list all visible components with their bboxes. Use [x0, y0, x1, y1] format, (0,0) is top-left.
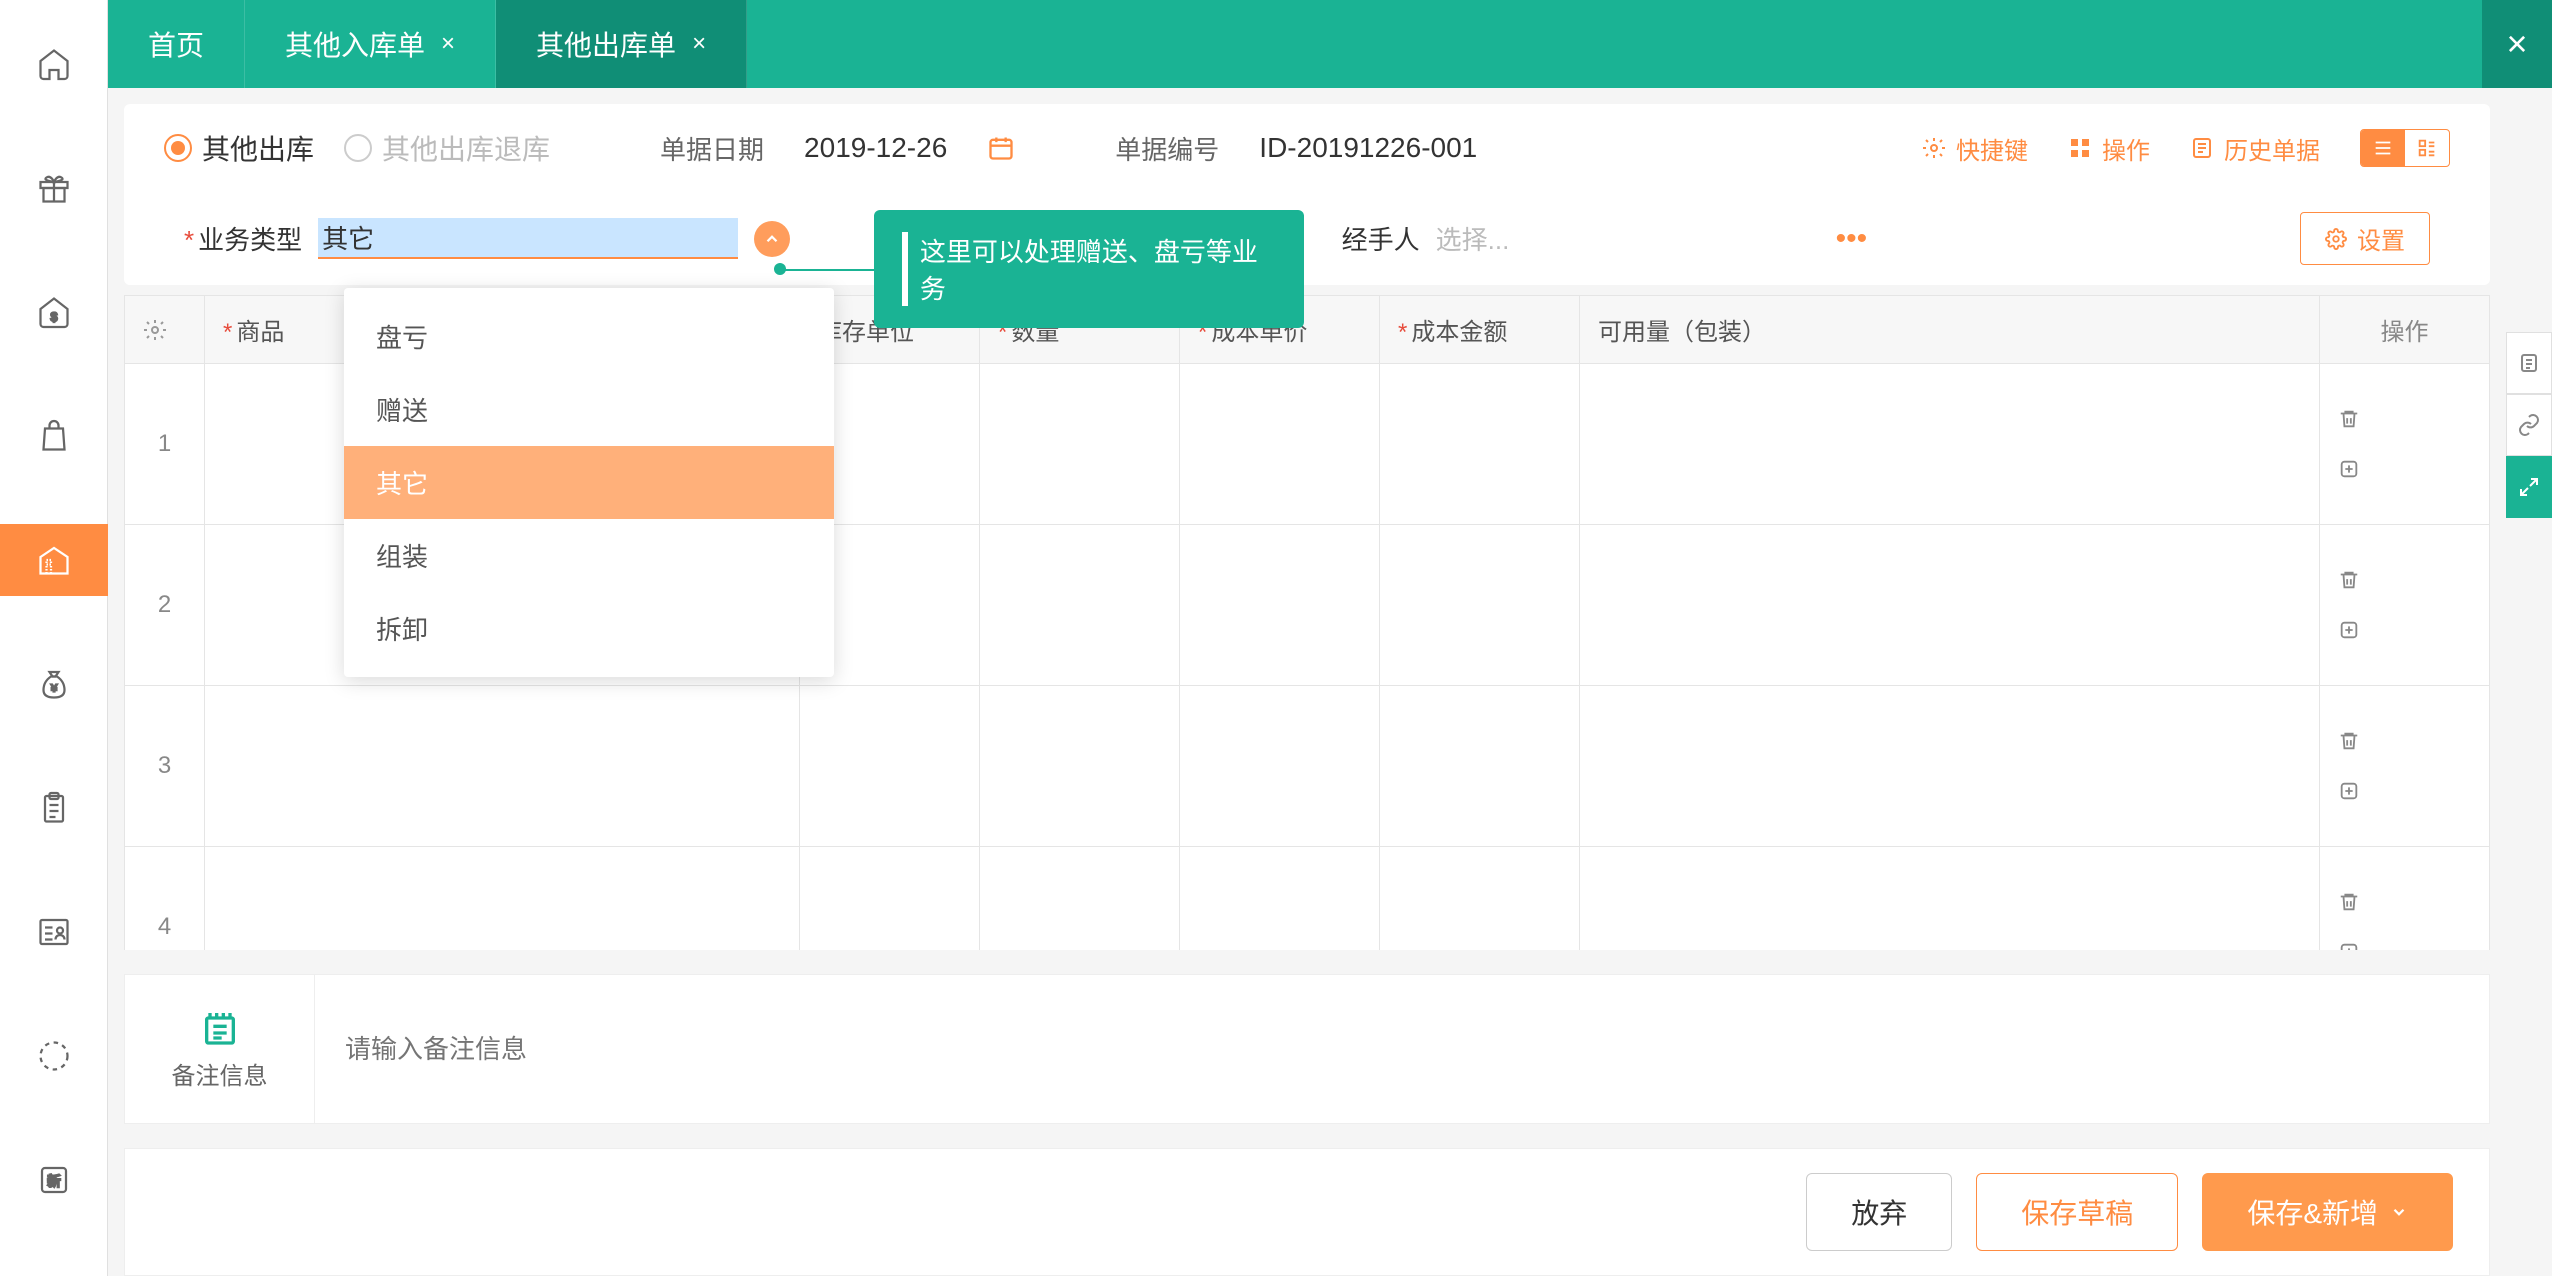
sidebar-warehouse[interactable] — [0, 524, 108, 596]
doc-label: 单据编号 — [1115, 130, 1219, 167]
table-row[interactable]: 3 — [125, 686, 2490, 847]
col-gear[interactable] — [125, 296, 205, 364]
dropdown-item[interactable]: 拆卸 — [344, 592, 834, 665]
header-row: 其他出库 其他出库退库 单据日期 2019-12-26 单据编号 ID-2019… — [124, 104, 2490, 192]
sidebar-home[interactable] — [0, 28, 108, 100]
remarks-label: 备注信息 — [125, 975, 315, 1123]
dropdown-item[interactable]: 盘亏 — [344, 300, 834, 373]
svg-text:¥: ¥ — [50, 683, 57, 695]
setting-button[interactable]: 设置 — [2300, 212, 2430, 265]
main-content: 其他出库 其他出库退库 单据日期 2019-12-26 单据编号 ID-2019… — [108, 88, 2506, 1276]
dropdown-item[interactable]: 赠送 — [344, 373, 834, 446]
chevron-up-icon[interactable] — [754, 221, 790, 257]
sidebar-money-home[interactable]: $ — [0, 276, 108, 348]
col-amount: *成本金额 — [1380, 296, 1580, 364]
sidebar-moneybag[interactable]: ¥ — [0, 648, 108, 720]
sidebar-bag[interactable] — [0, 400, 108, 472]
tab-home[interactable]: 首页 — [108, 0, 245, 88]
sidebar-clipboard[interactable] — [0, 772, 108, 844]
add-icon[interactable] — [2338, 780, 2471, 802]
sidebar-gift[interactable] — [0, 152, 108, 224]
footer-actions: 放弃 保存草稿 保存&新增 — [124, 1148, 2490, 1276]
biz-type-input[interactable] — [318, 218, 738, 259]
discard-button[interactable]: 放弃 — [1806, 1173, 1952, 1251]
svg-text:$: $ — [50, 310, 57, 324]
handler-input[interactable]: 选择... — [1436, 220, 1816, 257]
remarks-section: 备注信息 — [124, 974, 2490, 1124]
radio-out[interactable]: 其他出库 — [164, 128, 314, 168]
biz-type-field: *业务类型 盘亏 赠送 其它 组装 拆卸 这里可以处理赠送、盘亏等业务 — [184, 218, 790, 259]
date-label: 单据日期 — [660, 130, 764, 167]
shortcut-button[interactable]: 快捷键 — [1922, 131, 2028, 166]
rail-notes-icon[interactable] — [2506, 332, 2552, 394]
tab-label: 其他入库单 — [285, 24, 425, 64]
dropdown-item[interactable]: 组装 — [344, 519, 834, 592]
tab-label: 其他出库单 — [536, 24, 676, 64]
right-rail — [2506, 332, 2552, 518]
sidebar: $ ¥ 新 — [0, 0, 108, 1276]
calendar-icon[interactable] — [987, 134, 1015, 162]
tooltip-bubble: 这里可以处理赠送、盘亏等业务 — [874, 210, 1304, 328]
ops-button[interactable]: 操作 — [2068, 131, 2150, 166]
dropdown-item-selected[interactable]: 其它 — [344, 446, 834, 519]
close-icon[interactable]: × — [692, 30, 706, 58]
col-avail: 可用量（包装） — [1580, 296, 2320, 364]
tab-other-in[interactable]: 其他入库单 × — [245, 0, 496, 88]
sidebar-users[interactable] — [0, 896, 108, 968]
date-value[interactable]: 2019-12-26 — [804, 132, 947, 164]
rail-link-icon[interactable] — [2506, 394, 2552, 456]
biz-type-dropdown: 盘亏 赠送 其它 组装 拆卸 — [344, 288, 834, 677]
delete-icon[interactable] — [2338, 730, 2471, 752]
tabs-bar: 首页 其他入库单 × 其他出库单 × × — [108, 0, 2552, 88]
close-icon[interactable]: × — [441, 30, 455, 58]
save-new-button[interactable]: 保存&新增 — [2202, 1173, 2453, 1251]
save-draft-button[interactable]: 保存草稿 — [1976, 1173, 2178, 1251]
view-list[interactable] — [2361, 130, 2405, 166]
form-row: *业务类型 盘亏 赠送 其它 组装 拆卸 这里可以处理赠送、盘亏等业务 — [124, 192, 2490, 285]
radio-return[interactable]: 其他出库退库 — [344, 128, 550, 168]
close-all-tabs[interactable]: × — [2482, 0, 2552, 88]
delete-icon[interactable] — [2338, 569, 2471, 591]
view-toggle — [2360, 129, 2450, 167]
history-button[interactable]: 历史单据 — [2190, 131, 2320, 166]
svg-text:新: 新 — [47, 1174, 61, 1189]
doc-value: ID-20191226-001 — [1259, 132, 1477, 164]
table-row[interactable]: 4 — [125, 847, 2490, 951]
col-ops: 操作 — [2320, 296, 2490, 364]
add-icon[interactable] — [2338, 619, 2471, 641]
rail-expand-icon[interactable] — [2506, 456, 2552, 518]
more-icon[interactable]: ••• — [1816, 222, 1888, 256]
tab-other-out[interactable]: 其他出库单 × — [496, 0, 747, 88]
handler-field: 经手人 选择... — [1342, 220, 1816, 257]
delete-icon[interactable] — [2338, 408, 2471, 430]
sidebar-new[interactable]: 新 — [0, 1144, 108, 1216]
remarks-input[interactable] — [315, 1034, 2489, 1065]
delete-icon[interactable] — [2338, 891, 2471, 913]
tab-label: 首页 — [148, 24, 204, 64]
view-grid[interactable] — [2405, 130, 2449, 166]
sidebar-loading[interactable] — [0, 1020, 108, 1092]
add-icon[interactable] — [2338, 941, 2471, 950]
add-icon[interactable] — [2338, 458, 2471, 480]
